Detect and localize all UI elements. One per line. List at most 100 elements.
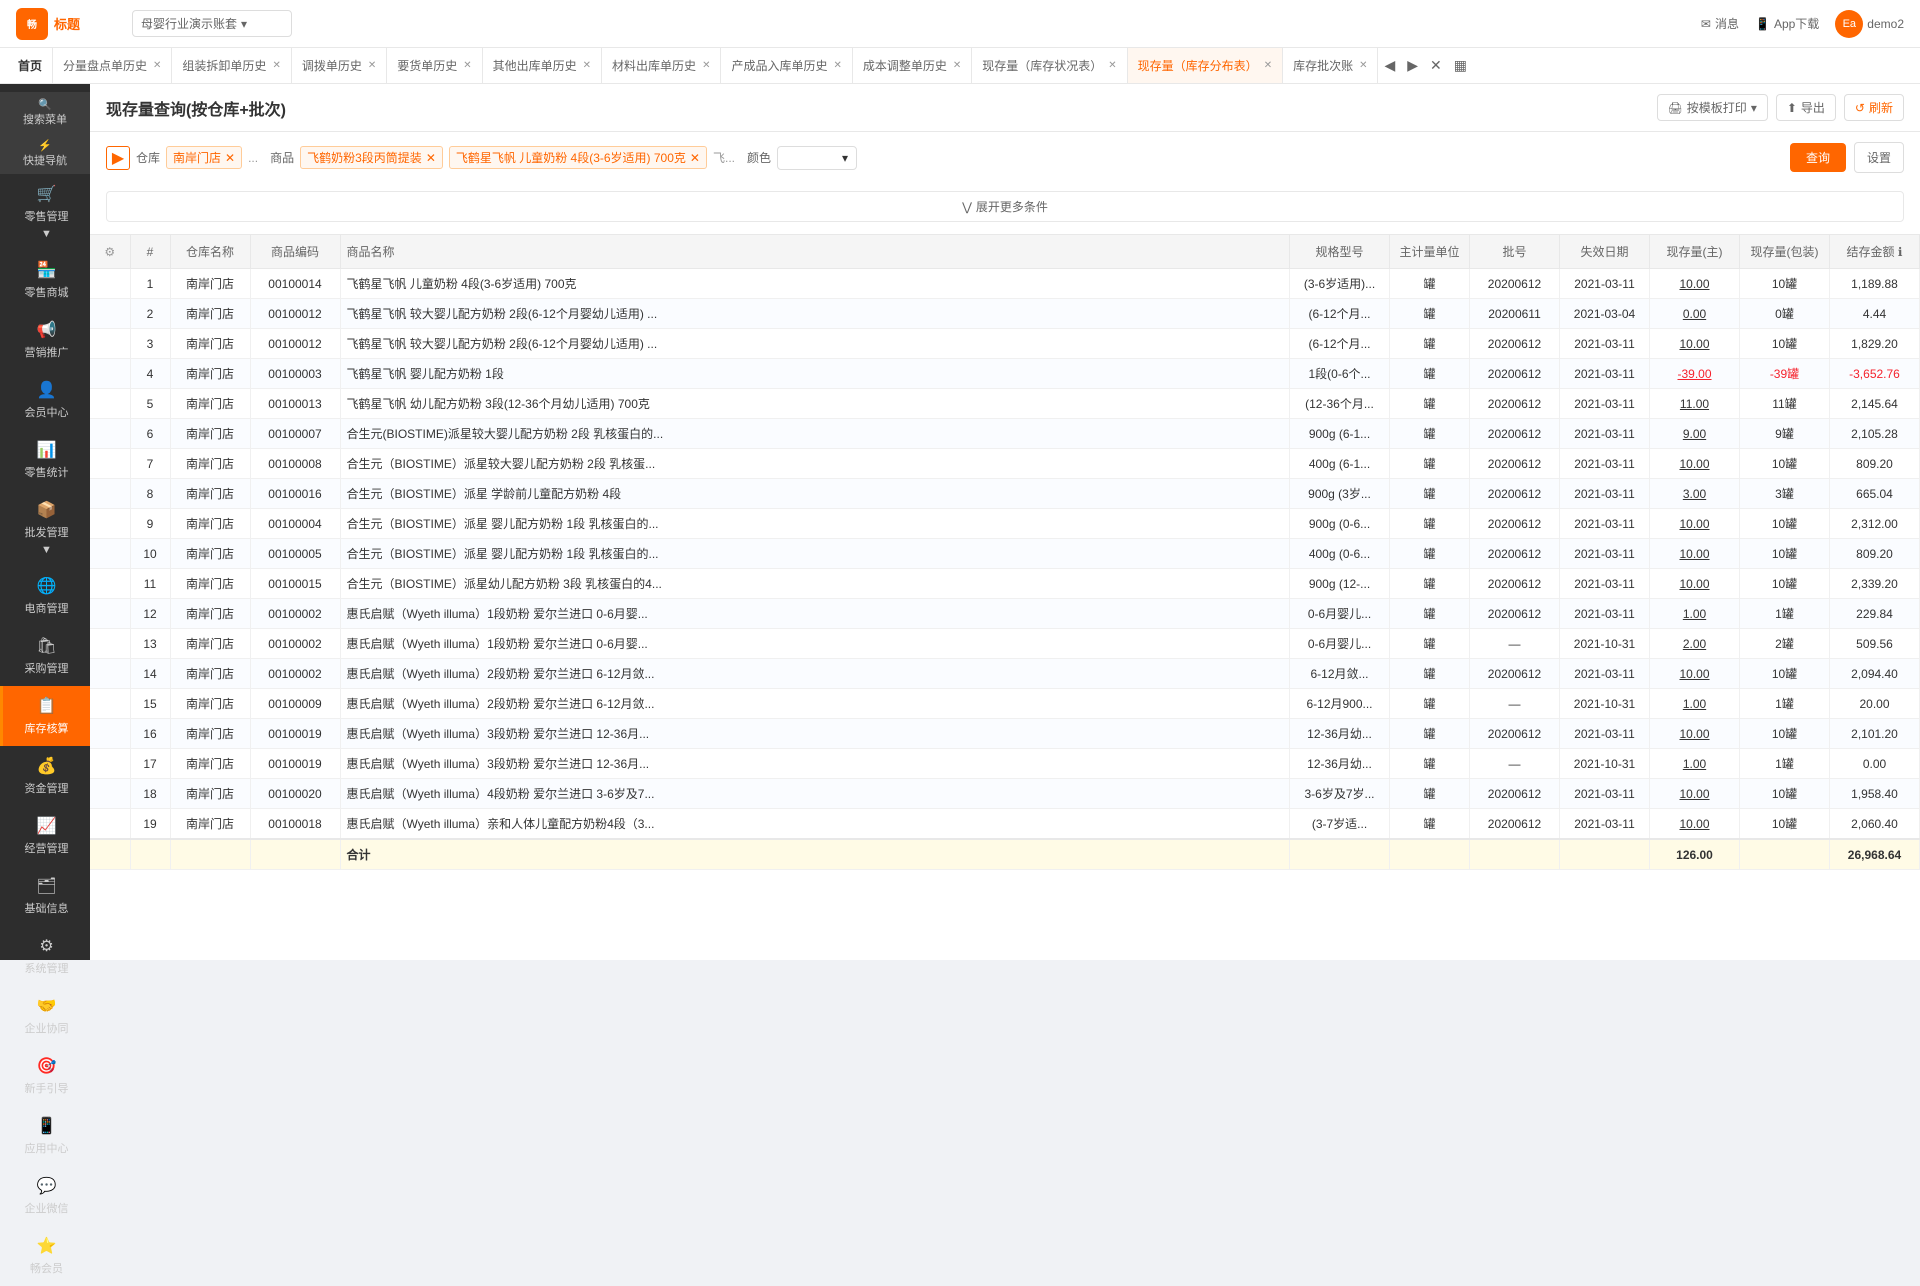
sidebar-item-finance[interactable]: 💰 资金管理	[0, 746, 90, 806]
sidebar-retail-label: 零售管理	[25, 208, 69, 224]
tab-material-out-history[interactable]: 材料出库单历史 ✕	[602, 48, 721, 84]
tab-next-btn[interactable]: ▶	[1401, 57, 1424, 74]
tab-inventory-status[interactable]: 现存量（库存状况表） ✕	[972, 48, 1127, 84]
cell-qty-main[interactable]: 10.00	[1650, 329, 1740, 359]
warehouse-tag[interactable]: 南岸门店 ✕	[166, 146, 242, 169]
sidebar-item-basic[interactable]: 🗂 基础信息	[0, 866, 90, 926]
cell-qty-main[interactable]: 10.00	[1650, 269, 1740, 299]
sidebar-item-system[interactable]: ⚙ 系统管理	[0, 926, 90, 986]
cell-qty-main[interactable]: 0.00	[1650, 299, 1740, 329]
tab-cost-adjust-history[interactable]: 成本调整单历史 ✕	[853, 48, 972, 84]
tab-menu-btn[interactable]: ▦	[1448, 57, 1473, 74]
cell-qty-main[interactable]: 10.00	[1650, 779, 1740, 809]
cell-qty-main[interactable]: 10.00	[1650, 539, 1740, 569]
close-icon[interactable]: ✕	[953, 60, 961, 71]
close-icon[interactable]: ✕	[1359, 60, 1367, 71]
tab-mix-history[interactable]: 调拨单历史 ✕	[292, 48, 387, 84]
sidebar-item-purchase[interactable]: 🛍 采购管理	[0, 626, 90, 686]
th-settings[interactable]: ⚙	[90, 235, 130, 269]
product-tag-1[interactable]: 飞鹤星飞帆 儿童奶粉 4段(3-6岁适用) 700克 ✕	[449, 146, 707, 169]
table-row: 6 南岸门店 00100007 合生元(BIOSTIME)派星较大婴儿配方奶粉 …	[90, 419, 1920, 449]
close-icon[interactable]: ✕	[833, 60, 841, 71]
footer-empty-1	[130, 839, 170, 870]
close-icon[interactable]: ✕	[153, 60, 161, 71]
cell-qty-pkg: 10罐	[1740, 809, 1830, 840]
close-icon[interactable]: ✕	[463, 60, 471, 71]
search-button[interactable]: 查询	[1790, 143, 1846, 172]
app-download-btn[interactable]: 📱 App下载	[1755, 15, 1819, 32]
sidebar-item-retail-store[interactable]: 🏪 零售商城	[0, 250, 90, 310]
cell-qty-main[interactable]: 1.00	[1650, 689, 1740, 719]
close-icon[interactable]: ✕	[1108, 60, 1116, 71]
sidebar-item-ecommerce[interactable]: 🌐 电商管理	[0, 566, 90, 626]
user-area[interactable]: Ea demo2	[1835, 10, 1904, 38]
expand-more-conditions-button[interactable]: ⋁ 展开更多条件	[106, 191, 1904, 222]
tab-inventory-dist[interactable]: 现存量（库存分布表） ✕	[1128, 48, 1283, 84]
filter-color-section: 颜色 ▾	[747, 146, 857, 170]
remove-product-0-icon[interactable]: ✕	[426, 151, 436, 165]
product-tag-0[interactable]: 飞鹤奶粉3段丙筒提装 ✕	[300, 146, 443, 169]
cell-qty-main[interactable]: -39.00	[1650, 359, 1740, 389]
cell-qty-main[interactable]: 10.00	[1650, 509, 1740, 539]
message-btn[interactable]: ✉ 消息	[1701, 15, 1739, 32]
sidebar-item-operations[interactable]: 📈 经营管理	[0, 806, 90, 866]
sidebar-item-vip[interactable]: ⭐ 畅会员	[0, 1226, 90, 1286]
product-more[interactable]: 飞...	[713, 149, 735, 166]
sidebar-search[interactable]: 🔍 搜索菜单	[0, 92, 90, 133]
tab-product-in-history[interactable]: 产成品入库单历史 ✕	[721, 48, 852, 84]
remove-product-1-icon[interactable]: ✕	[690, 151, 700, 165]
close-icon[interactable]: ✕	[583, 60, 591, 71]
sidebar-item-guide[interactable]: 🎯 新手引导	[0, 1046, 90, 1106]
cell-batch: 20200612	[1470, 779, 1560, 809]
tab-home[interactable]: 首页	[8, 48, 53, 84]
cell-settings	[90, 509, 130, 539]
tab-batch-account[interactable]: 库存批次账 ✕	[1283, 48, 1378, 84]
refresh-button[interactable]: ↺ 刷新	[1844, 94, 1904, 121]
cell-expire: 2021-03-11	[1560, 659, 1650, 689]
cell-qty-main[interactable]: 10.00	[1650, 569, 1740, 599]
tab-require-history[interactable]: 要货单历史 ✕	[387, 48, 482, 84]
tab-close-all-btn[interactable]: ✕	[1424, 57, 1448, 74]
cell-qty-main[interactable]: 9.00	[1650, 419, 1740, 449]
cell-qty-main[interactable]: 1.00	[1650, 749, 1740, 779]
close-icon[interactable]: ✕	[702, 60, 710, 71]
cell-qty-main[interactable]: 10.00	[1650, 659, 1740, 689]
tab-other-out-history[interactable]: 其他出库单历史 ✕	[483, 48, 602, 84]
cell-name: 惠氏启赋（Wyeth illuma）4段奶粉 爱尔兰进口 3-6岁及7...	[340, 779, 1290, 809]
sidebar-nav[interactable]: ⚡ 快捷导航	[0, 133, 90, 174]
ecommerce-icon: 🌐	[37, 576, 57, 596]
cell-expire: 2021-03-11	[1560, 419, 1650, 449]
sidebar-item-retail-stats[interactable]: 📊 零售统计	[0, 430, 90, 490]
close-icon[interactable]: ✕	[272, 60, 280, 71]
sidebar-item-retail[interactable]: 🛒 零售管理 ▼	[0, 174, 90, 250]
sidebar-item-wholesale[interactable]: 📦 批发管理 ▼	[0, 490, 90, 566]
color-filter-input[interactable]: ▾	[777, 146, 857, 170]
cell-qty-main[interactable]: 10.00	[1650, 719, 1740, 749]
settings-icon[interactable]: ⚙	[104, 245, 115, 259]
tab-split-history[interactable]: 分量盘点单历史 ✕	[53, 48, 172, 84]
sidebar-item-enterprise-wechat[interactable]: 💬 企业微信	[0, 1166, 90, 1226]
cell-qty-main[interactable]: 1.00	[1650, 599, 1740, 629]
cell-qty-main[interactable]: 10.00	[1650, 809, 1740, 840]
tab-prev-btn[interactable]: ◀	[1378, 57, 1401, 74]
remove-warehouse-icon[interactable]: ✕	[225, 151, 235, 165]
cell-qty-main[interactable]: 2.00	[1650, 629, 1740, 659]
cell-name: 惠氏启赋（Wyeth illuma）2段奶粉 爱尔兰进口 6-12月敛...	[340, 689, 1290, 719]
close-icon[interactable]: ✕	[368, 60, 376, 71]
cell-qty-main[interactable]: 3.00	[1650, 479, 1740, 509]
cell-qty-main[interactable]: 10.00	[1650, 449, 1740, 479]
workspace-selector[interactable]: 母婴行业演示账套 ▾	[132, 10, 292, 37]
setting-button[interactable]: 设置	[1854, 142, 1904, 173]
filter-expand-arrow[interactable]: ▶	[106, 146, 130, 170]
sidebar-item-members[interactable]: 👤 会员中心	[0, 370, 90, 430]
export-button[interactable]: ⬆ 导出	[1776, 94, 1836, 121]
sidebar-item-marketing[interactable]: 📢 营销推广	[0, 310, 90, 370]
sidebar-item-corp[interactable]: 🤝 企业协同	[0, 986, 90, 1046]
sidebar-item-apps[interactable]: 📱 应用中心	[0, 1106, 90, 1166]
cell-qty-main[interactable]: 11.00	[1650, 389, 1740, 419]
sidebar-item-inventory[interactable]: 📋 库存核算	[0, 686, 90, 746]
close-icon[interactable]: ✕	[1264, 60, 1272, 71]
warehouse-more[interactable]: ...	[248, 151, 258, 165]
template-print-button[interactable]: 🖨 按模板打印 ▾	[1657, 94, 1768, 121]
tab-disassemble-history[interactable]: 组装拆卸单历史 ✕	[172, 48, 291, 84]
